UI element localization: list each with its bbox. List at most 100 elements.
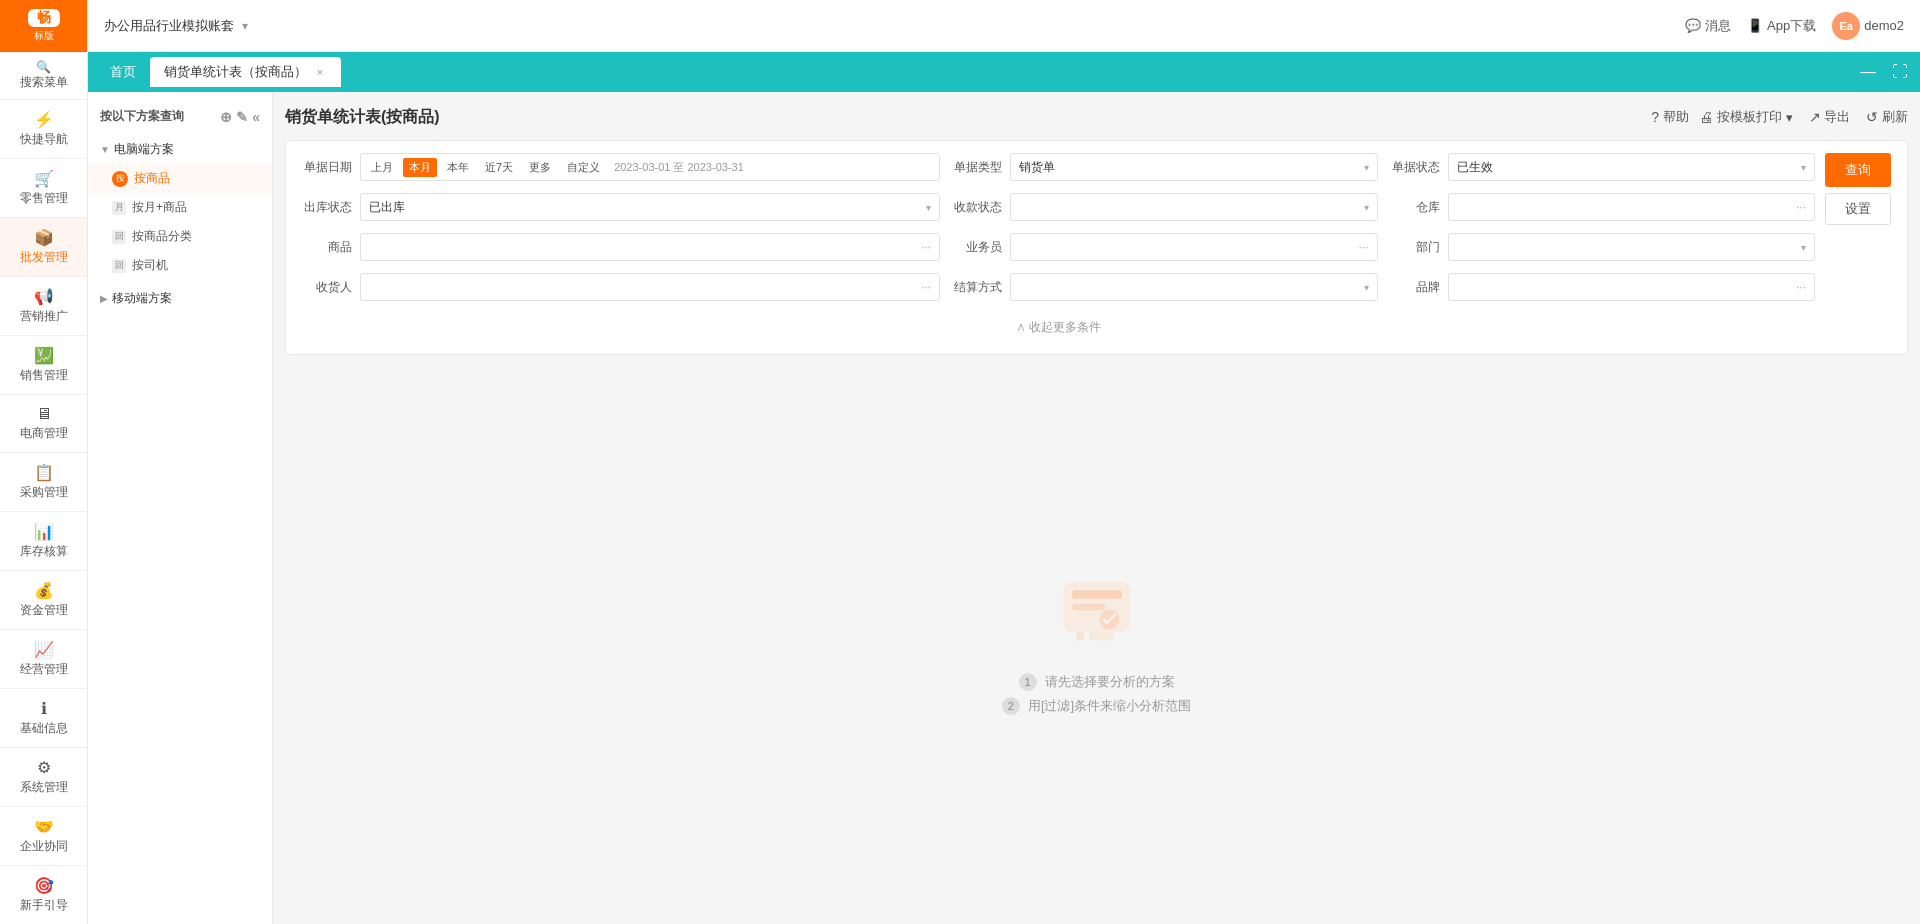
filter-date: 单据日期 上月 本月 本年 近7天 更多 自定义 2023-03-01 至 20… <box>302 153 940 181</box>
app-subtitle: 标版 <box>34 29 54 43</box>
recipient-control[interactable]: ··· <box>360 273 940 301</box>
brand-dots-icon[interactable]: ··· <box>1796 280 1806 294</box>
date-btn-more[interactable]: 更多 <box>523 158 557 177</box>
section-mobile-label: 移动端方案 <box>112 290 172 307</box>
sidebar-item-inventory[interactable]: 📊 库存核算 <box>0 512 87 571</box>
sidebar-item-finance[interactable]: 💰 资金管理 <box>0 571 87 630</box>
topbar-dropdown-icon[interactable]: ▾ <box>242 19 248 33</box>
sidebar-item-ecommerce[interactable]: 🖥 电商管理 <box>0 395 87 453</box>
sidebar-nav-label-4: 营销推广 <box>5 308 82 325</box>
sidebar-nav-label-2: 零售管理 <box>5 190 82 207</box>
out-status-control[interactable]: 已出库 ▾ <box>360 193 940 221</box>
sidebar-item-wholesale[interactable]: 📦 批发管理 <box>0 218 87 277</box>
filter-side: 查询 设置 <box>1825 153 1891 342</box>
sidebar-nav-label-3: 批发管理 <box>5 249 82 266</box>
export-button[interactable]: ↗ 导出 <box>1803 104 1856 130</box>
doc-type-control[interactable]: 销货单 ▾ <box>1010 153 1377 181</box>
settings-button[interactable]: 设置 <box>1825 193 1891 225</box>
tab-minimize-button[interactable]: — <box>1856 60 1880 84</box>
template-print-button[interactable]: 🖨 按模板打印 ▾ <box>1699 108 1793 126</box>
tab-home-label: 首页 <box>110 63 136 81</box>
tab-close-button[interactable]: × <box>313 65 327 79</box>
filter-warehouse: 仓库 ··· <box>1390 193 1815 221</box>
sidebar-item-enterprise[interactable]: 🤝 企业协同 <box>0 807 87 866</box>
product-control[interactable]: ··· <box>360 233 940 261</box>
sidebar-nav-label-14: 新手引导 <box>5 897 82 914</box>
export-label: 导出 <box>1824 108 1850 126</box>
date-filter-control[interactable]: 上月 本月 本年 近7天 更多 自定义 2023-03-01 至 2023-03… <box>360 153 940 181</box>
system-icon: ⚙ <box>5 758 82 777</box>
scheme-item-by-driver[interactable]: 回 按司机 <box>88 251 272 280</box>
topbar-title: 办公用品行业模拟账套 <box>104 17 234 35</box>
purchase-icon: 📋 <box>5 463 82 482</box>
export-icon: ↗ <box>1809 109 1821 125</box>
section-mobile-header[interactable]: ▶ 移动端方案 <box>88 284 272 313</box>
doc-status-control[interactable]: 已生效 ▾ <box>1448 153 1815 181</box>
tabbar: 首页 销货单统计表（按商品） × — ⛶ <box>88 52 1920 92</box>
section-desktop-header[interactable]: ▼ 电脑端方案 <box>88 135 272 164</box>
collapse-panel-button[interactable]: « <box>252 109 260 125</box>
product-dots-icon[interactable]: ··· <box>921 240 931 254</box>
scheme-item-by-month-product[interactable]: 月 按月+商品 <box>88 193 272 222</box>
salesperson-dots-icon[interactable]: ··· <box>1359 240 1369 254</box>
sidebar-item-system[interactable]: ⚙ 系统管理 <box>0 748 87 807</box>
sidebar-item-quick-nav[interactable]: ⚡ 快捷导航 <box>0 100 87 159</box>
department-control[interactable]: ▾ <box>1448 233 1815 261</box>
sidebar-item-search[interactable]: 🔍 搜索菜单 <box>0 52 87 100</box>
sidebar-nav-label-12: 系统管理 <box>5 779 82 796</box>
main-area: 办公用品行业模拟账套 ▾ 💬 消息 📱 App下载 Ea demo2 首页 <box>88 0 1920 924</box>
refresh-button[interactable]: ↺ 刷新 <box>1866 108 1908 126</box>
sidebar-item-purchase[interactable]: 📋 采购管理 <box>0 453 87 512</box>
help-button[interactable]: ? 帮助 <box>1651 108 1689 126</box>
settlement-control[interactable]: ▾ <box>1010 273 1377 301</box>
warehouse-control[interactable]: ··· <box>1448 193 1815 221</box>
date-btn-this-month[interactable]: 本月 <box>403 158 437 177</box>
sidebar-item-operations[interactable]: 📈 经营管理 <box>0 630 87 689</box>
recipient-dots-icon[interactable]: ··· <box>921 280 931 294</box>
department-arrow-icon: ▾ <box>1801 242 1806 253</box>
content-area: 按以下方案查询 ⊕ ✎ « ▼ 电脑端方案 按 按商品 月 <box>88 92 1920 924</box>
sidebar-item-marketing[interactable]: 📢 营销推广 <box>0 277 87 336</box>
finance-icon: 💰 <box>5 581 82 600</box>
collapse-bar[interactable]: ∧ 收起更多条件 <box>302 313 1815 342</box>
payment-status-control[interactable]: ▾ <box>1010 193 1377 221</box>
svg-rect-4 <box>1076 632 1084 640</box>
date-range-text: 2023-03-01 至 2023-03-31 <box>614 160 744 175</box>
scheme-item-label-0: 按商品 <box>134 170 170 187</box>
tabbar-actions: — ⛶ <box>1856 60 1912 84</box>
scheme-item-by-product[interactable]: 按 按商品 <box>88 164 272 193</box>
doc-status-value: 已生效 <box>1457 159 1797 176</box>
tab-home[interactable]: 首页 <box>96 57 150 87</box>
add-scheme-button[interactable]: ⊕ <box>220 109 232 125</box>
help-label: 帮助 <box>1663 108 1689 126</box>
scheme-item-by-category[interactable]: 回 按商品分类 <box>88 222 272 251</box>
print-dropdown-icon[interactable]: ▾ <box>1786 110 1793 125</box>
edit-scheme-button[interactable]: ✎ <box>236 109 248 125</box>
filter-brand: 品牌 ··· <box>1390 273 1815 301</box>
operations-icon: 📈 <box>5 640 82 659</box>
query-button[interactable]: 查询 <box>1825 153 1891 187</box>
date-btn-this-year[interactable]: 本年 <box>441 158 475 177</box>
empty-hint-2: 2 用[过滤]条件来缩小分析范围 <box>1002 697 1191 715</box>
date-btn-custom[interactable]: 自定义 <box>561 158 606 177</box>
date-btn-last-7-days[interactable]: 近7天 <box>479 158 519 177</box>
filter-with-btn: 单据日期 上月 本月 本年 近7天 更多 自定义 2023-03-01 至 20… <box>302 153 1891 342</box>
empty-hint-1: 1 请先选择要分析的方案 <box>1019 673 1175 691</box>
tab-expand-button[interactable]: ⛶ <box>1888 60 1912 84</box>
tab-active[interactable]: 销货单统计表（按商品） × <box>150 57 341 87</box>
message-button[interactable]: 💬 消息 <box>1685 17 1731 35</box>
date-btn-last-month[interactable]: 上月 <box>365 158 399 177</box>
sidebar-item-basic-info[interactable]: ℹ 基础信息 <box>0 689 87 748</box>
app-download-button[interactable]: 📱 App下载 <box>1747 17 1816 35</box>
left-panel: 按以下方案查询 ⊕ ✎ « ▼ 电脑端方案 按 按商品 月 <box>88 92 273 924</box>
out-status-label: 出库状态 <box>302 199 352 216</box>
sidebar-item-sales[interactable]: 💹 销售管理 <box>0 336 87 395</box>
warehouse-dots-icon[interactable]: ··· <box>1796 200 1806 214</box>
salesperson-control[interactable]: ··· <box>1010 233 1377 261</box>
sidebar-item-retail[interactable]: 🛒 零售管理 <box>0 159 87 218</box>
user-menu[interactable]: Ea demo2 <box>1832 12 1904 40</box>
avatar: Ea <box>1832 12 1860 40</box>
payment-status-arrow-icon: ▾ <box>1364 202 1369 213</box>
brand-control[interactable]: ··· <box>1448 273 1815 301</box>
sidebar-item-guide[interactable]: 🎯 新手引导 <box>0 866 87 924</box>
